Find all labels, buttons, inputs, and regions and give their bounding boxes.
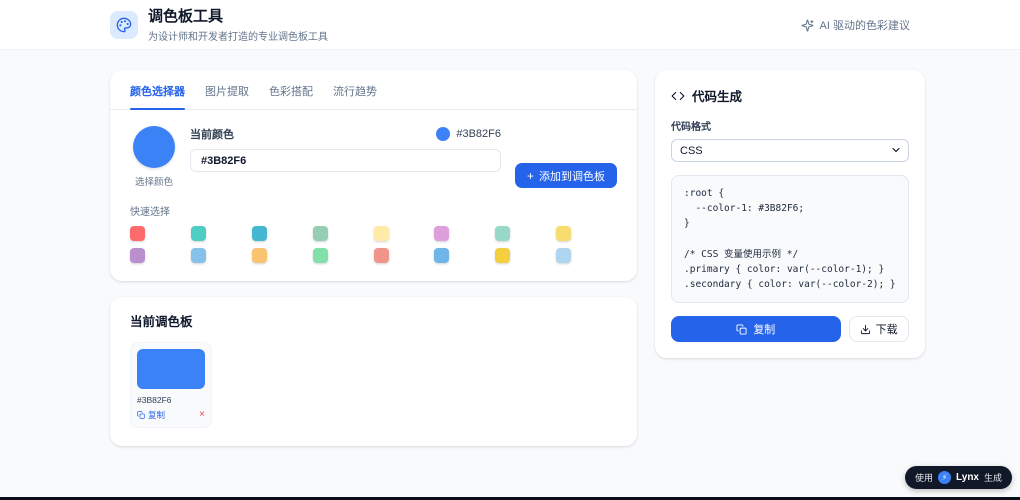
palette-item-hex: #3B82F6 — [137, 395, 172, 405]
quick-color-swatch-5[interactable] — [434, 226, 450, 241]
color-picker-card: 颜色选择器 图片提取 色彩搭配 流行趋势 选择颜色 当前颜色 #3B82F6 #… — [110, 70, 637, 281]
page-subtitle: 为设计师和开发者打造的专业调色板工具 — [148, 31, 328, 43]
palette-icon — [116, 17, 132, 33]
quick-color-swatch-7[interactable] — [556, 226, 572, 241]
current-color-dot — [436, 127, 451, 141]
palette-item-copy-button[interactable]: 复制 — [137, 409, 165, 421]
quick-color-swatch-0[interactable] — [130, 226, 145, 241]
quick-color-swatch-6[interactable] — [495, 226, 511, 241]
quick-color-swatch-3[interactable] — [312, 226, 328, 241]
quick-color-swatch-14[interactable] — [495, 248, 511, 263]
quick-color-swatch-13[interactable] — [434, 248, 450, 263]
code-generation-card: 代码生成 代码格式 CSS :root { --color-1: #3B82F6… — [655, 70, 925, 359]
page-title: 调色板工具 — [148, 7, 224, 25]
app-brand: 调色板工具 为设计师和开发者打造的专业调色板工具 — [110, 8, 328, 43]
quick-color-swatch-12[interactable] — [373, 248, 389, 263]
lynx-attribution-badge[interactable]: 使用 ⚡ Lynx 生成 — [905, 466, 1012, 489]
badge-prefix: 使用 — [915, 473, 934, 483]
ai-suggestion-hint: AI 驱动的色彩建议 — [801, 17, 910, 33]
badge-suffix: 生成 — [983, 473, 1002, 483]
app-logo — [110, 11, 138, 39]
current-color-circle[interactable] — [133, 126, 175, 168]
palette-item-swatch[interactable] — [137, 349, 205, 389]
download-icon — [860, 324, 871, 335]
quick-color-grid — [130, 226, 617, 263]
generated-code-block: :root { --color-1: #3B82F6; } /* CSS 变量使… — [671, 175, 909, 304]
palette-item-remove-button[interactable]: × — [199, 410, 205, 420]
app-header: 调色板工具 为设计师和开发者打造的专业调色板工具 AI 驱动的色彩建议 — [0, 0, 1020, 50]
code-format-select[interactable]: CSS — [671, 139, 909, 162]
badge-brand: Lynx — [956, 472, 979, 483]
ai-hint-label: AI 驱动的色彩建议 — [819, 20, 910, 32]
copy-code-button[interactable]: 复制 — [671, 316, 841, 343]
select-color-label: 选择颜色 — [134, 177, 173, 188]
quick-color-swatch-1[interactable] — [190, 226, 206, 241]
add-to-palette-button[interactable]: + 添加到调色板 — [514, 163, 617, 188]
palette-items: #3B82F6 复制 × — [130, 342, 617, 428]
current-color-label: 当前颜色 — [190, 129, 234, 141]
tab-3[interactable]: 流行趋势 — [333, 83, 377, 109]
code-format-label: 代码格式 — [671, 122, 711, 133]
copy-icon — [137, 411, 145, 419]
current-palette-card: 当前调色板 #3B82F6 复制 × — [110, 297, 637, 446]
code-generation-title: 代码生成 — [692, 90, 743, 104]
tab-2[interactable]: 色彩搭配 — [269, 83, 313, 109]
quick-color-swatch-4[interactable] — [373, 226, 389, 241]
hex-input[interactable] — [190, 149, 501, 172]
quick-color-swatch-2[interactable] — [251, 226, 267, 241]
quick-color-swatch-11[interactable] — [312, 248, 328, 263]
palette-item-0: #3B82F6 复制 × — [130, 342, 212, 428]
quick-color-swatch-9[interactable] — [190, 248, 206, 263]
quick-color-swatch-15[interactable] — [556, 248, 572, 263]
current-palette-title: 当前调色板 — [130, 315, 193, 329]
current-hex-value: #3B82F6 — [456, 128, 501, 140]
plus-icon: + — [526, 168, 534, 183]
quick-select-label: 快速选择 — [130, 207, 170, 218]
copy-icon — [736, 324, 747, 335]
lynx-logo-icon: ⚡ — [938, 471, 952, 484]
tabs: 颜色选择器 图片提取 色彩搭配 流行趋势 — [110, 70, 637, 110]
tab-1[interactable]: 图片提取 — [205, 83, 249, 109]
quick-color-swatch-10[interactable] — [251, 248, 267, 263]
sparkles-icon — [801, 18, 814, 32]
code-icon — [671, 89, 685, 103]
download-code-button[interactable]: 下载 — [848, 316, 909, 343]
tab-0[interactable]: 颜色选择器 — [130, 83, 185, 110]
quick-color-swatch-8[interactable] — [130, 248, 145, 263]
